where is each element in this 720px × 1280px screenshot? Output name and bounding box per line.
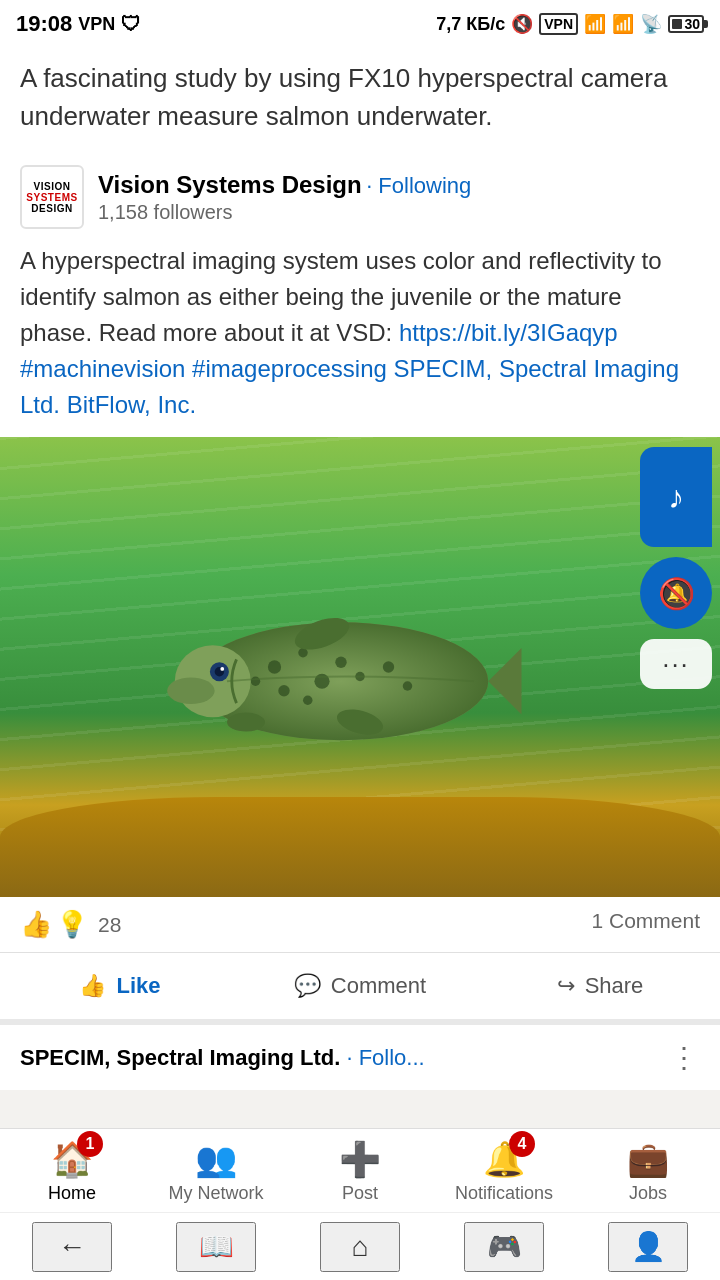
reaction-icons: 👍 💡 28 bbox=[20, 909, 121, 940]
battery-fill bbox=[672, 19, 682, 29]
post-nav-label: Post bbox=[342, 1183, 378, 1204]
main-content: A fascinating study by using FX10 hypers… bbox=[0, 48, 720, 1090]
nav-item-post[interactable]: ➕ Post bbox=[310, 1139, 410, 1204]
logo-line3: DESIGN bbox=[31, 203, 72, 214]
status-left: 19:08 VPN 🛡 bbox=[16, 11, 141, 37]
svg-point-17 bbox=[220, 667, 224, 671]
post-actions: 👍 Like 💬 Comment ↪ Share bbox=[0, 953, 720, 1025]
svg-point-6 bbox=[278, 685, 289, 696]
svg-point-4 bbox=[335, 657, 346, 668]
logo-line1: VISION bbox=[34, 181, 71, 192]
my-network-nav-label: My Network bbox=[168, 1183, 263, 1204]
comment-icon: 💬 bbox=[294, 973, 321, 999]
network-speed: 7,7 КБ/с bbox=[436, 14, 505, 35]
post-header: VISION SYSTEMS DESIGN Vision Systems Des… bbox=[0, 151, 720, 243]
profile-button[interactable]: 👤 bbox=[608, 1222, 688, 1272]
bell-slash-icon: 🔕 bbox=[658, 576, 695, 611]
vpn-badge: VPN bbox=[539, 13, 578, 35]
vpn-label: VPN bbox=[78, 14, 115, 35]
jobs-nav-label: Jobs bbox=[629, 1183, 667, 1204]
like-icon: 👍 bbox=[79, 973, 106, 999]
svg-point-10 bbox=[251, 677, 261, 687]
logo-line2: SYSTEMS bbox=[26, 192, 77, 203]
next-post-menu-icon[interactable]: ⋮ bbox=[670, 1041, 700, 1074]
wifi-icon: 📡 bbox=[640, 13, 662, 35]
company-logo: VISION SYSTEMS DESIGN bbox=[20, 165, 84, 229]
status-bar: 19:08 VPN 🛡 7,7 КБ/с 🔇 VPN 📶 📶 📡 30 bbox=[0, 0, 720, 48]
post-nav-icon: ➕ bbox=[339, 1139, 381, 1179]
nav-item-notifications[interactable]: 🔔 4 Notifications bbox=[454, 1139, 554, 1204]
gamepad-button[interactable]: 🎮 bbox=[464, 1222, 544, 1272]
battery-level: 30 bbox=[684, 16, 700, 32]
company-name[interactable]: Vision Systems Design bbox=[98, 171, 362, 198]
more-options-button[interactable]: ··· bbox=[640, 639, 712, 689]
nav-item-my-network[interactable]: 👥 My Network bbox=[166, 1139, 266, 1204]
home-system-button[interactable]: ⌂ bbox=[320, 1222, 400, 1272]
post-link[interactable]: https://bit.ly/3IGaqyp bbox=[399, 319, 618, 346]
post-card: VISION SYSTEMS DESIGN Vision Systems Des… bbox=[0, 151, 720, 1090]
underwater-sand bbox=[0, 797, 720, 897]
top-text: A fascinating study by using FX10 hypers… bbox=[0, 48, 720, 151]
share-icon: ↪ bbox=[557, 973, 575, 999]
svg-point-9 bbox=[403, 682, 413, 692]
svg-point-20 bbox=[227, 713, 265, 732]
notifications-nav-icon: 🔔 4 bbox=[483, 1139, 525, 1179]
home-nav-label: Home bbox=[48, 1183, 96, 1204]
home-badge: 1 bbox=[77, 1131, 103, 1157]
post-header-info: Vision Systems Design · Following 1,158 … bbox=[98, 171, 700, 224]
bottom-nav: 🏠 1 Home 👥 My Network ➕ Post 🔔 4 Notific… bbox=[0, 1128, 720, 1212]
music-icon: ♪ bbox=[668, 479, 684, 516]
post-body: A hyperspectral imaging system uses colo… bbox=[0, 243, 720, 437]
shield-icon: 🛡 bbox=[121, 13, 141, 36]
bell-button[interactable]: 🔕 bbox=[640, 557, 712, 629]
reaction-count: 28 bbox=[98, 913, 121, 937]
bookmarks-button[interactable]: 📖 bbox=[176, 1222, 256, 1272]
floating-buttons: ♪ 🔕 ··· bbox=[632, 437, 720, 699]
muted-icon: 🔇 bbox=[511, 13, 533, 35]
back-button[interactable]: ← bbox=[32, 1222, 112, 1272]
lightbulb-icon: 💡 bbox=[56, 909, 88, 940]
fish-illustration bbox=[151, 582, 531, 772]
post-reactions: 👍 💡 28 1 Comment bbox=[0, 897, 720, 953]
next-post-follow[interactable]: · Follo... bbox=[346, 1045, 424, 1070]
status-time: 19:08 bbox=[16, 11, 72, 37]
comment-label: Comment bbox=[331, 973, 426, 999]
next-post-info: SPECIM, Spectral Imaging Ltd. · Follo... bbox=[20, 1045, 425, 1071]
like-label: Like bbox=[116, 973, 160, 999]
followers-count: 1,158 followers bbox=[98, 201, 700, 224]
ellipsis-icon: ··· bbox=[662, 649, 690, 680]
my-network-nav-icon: 👥 bbox=[195, 1139, 237, 1179]
notifications-nav-label: Notifications bbox=[455, 1183, 553, 1204]
company-name-row: Vision Systems Design · Following bbox=[98, 171, 700, 199]
svg-point-2 bbox=[268, 661, 281, 674]
battery-icon: 30 bbox=[668, 15, 704, 33]
like-button[interactable]: 👍 Like bbox=[0, 957, 240, 1015]
jobs-nav-icon: 💼 bbox=[627, 1139, 669, 1179]
share-label: Share bbox=[585, 973, 644, 999]
notifications-badge: 4 bbox=[509, 1131, 535, 1157]
status-right: 7,7 КБ/с 🔇 VPN 📶 📶 📡 30 bbox=[436, 13, 704, 35]
nav-item-home[interactable]: 🏠 1 Home bbox=[22, 1139, 122, 1204]
post-image-bg: ♪ 🔕 ··· bbox=[0, 437, 720, 897]
svg-point-8 bbox=[383, 662, 394, 673]
signal-icon-1: 📶 bbox=[584, 13, 606, 35]
next-post-company[interactable]: SPECIM, Spectral Imaging Ltd. bbox=[20, 1045, 340, 1070]
following-text[interactable]: · Following bbox=[366, 173, 471, 198]
share-button[interactable]: ↪ Share bbox=[480, 957, 720, 1015]
post-image: ♪ 🔕 ··· bbox=[0, 437, 720, 897]
nav-item-jobs[interactable]: 💼 Jobs bbox=[598, 1139, 698, 1204]
comment-button[interactable]: 💬 Comment bbox=[240, 957, 480, 1015]
svg-point-14 bbox=[167, 678, 215, 705]
post-hashtags[interactable]: #machinevision #imageprocessing SPECIM, … bbox=[20, 355, 679, 418]
svg-point-11 bbox=[303, 696, 313, 706]
home-nav-icon: 🏠 1 bbox=[51, 1139, 93, 1179]
next-post-header: SPECIM, Spectral Imaging Ltd. · Follo...… bbox=[0, 1025, 720, 1090]
music-button[interactable]: ♪ bbox=[640, 447, 712, 547]
thumbs-up-icon: 👍 bbox=[20, 909, 52, 940]
svg-marker-12 bbox=[488, 648, 521, 715]
system-nav: ← 📖 ⌂ 🎮 👤 bbox=[0, 1212, 720, 1280]
signal-icon-2: 📶 bbox=[612, 13, 634, 35]
comment-count[interactable]: 1 Comment bbox=[591, 909, 700, 940]
